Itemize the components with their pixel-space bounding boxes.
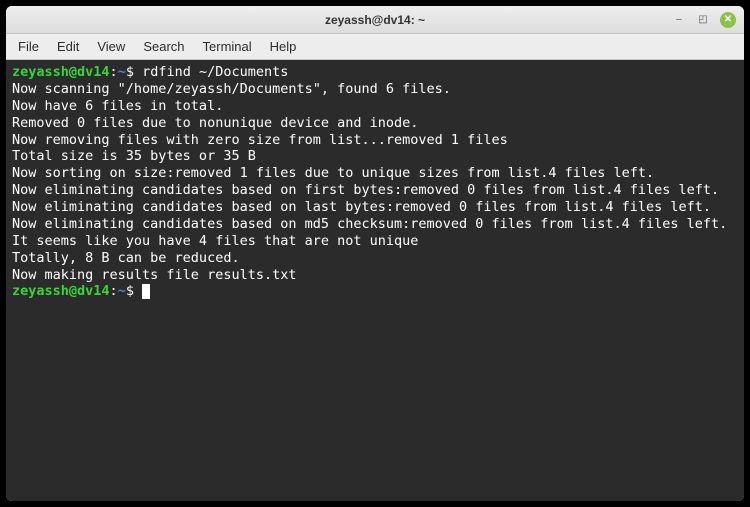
- prompt-user-host: zeyassh@dv14: [12, 283, 110, 299]
- minimize-icon[interactable]: –: [672, 13, 686, 27]
- menu-file[interactable]: File: [18, 39, 39, 54]
- output-line: Now making results file results.txt: [12, 267, 296, 283]
- menu-edit[interactable]: Edit: [57, 39, 79, 54]
- prompt-user-host: zeyassh@dv14: [12, 64, 110, 80]
- output-line: Totally, 8 B can be reduced.: [12, 250, 240, 266]
- menubar: File Edit View Search Terminal Help: [6, 34, 744, 60]
- prompt-colon: :: [110, 283, 118, 299]
- output-line: It seems like you have 4 files that are …: [12, 233, 418, 249]
- prompt-path: ~: [118, 283, 126, 299]
- prompt-dollar: $: [126, 283, 134, 299]
- close-icon[interactable]: ✕: [720, 12, 736, 28]
- maximize-icon[interactable]: ◰: [696, 13, 710, 27]
- output-line: Now have 6 files in total.: [12, 98, 223, 114]
- output-line: Now scanning "/home/zeyassh/Documents", …: [12, 81, 451, 97]
- prompt-path: ~: [118, 64, 126, 80]
- output-line: Now eliminating candidates based on md5 …: [12, 216, 727, 232]
- menu-view[interactable]: View: [97, 39, 125, 54]
- prompt-colon: :: [110, 64, 118, 80]
- output-line: Removed 0 files due to nonunique device …: [12, 115, 418, 131]
- typed-command: rdfind ~/Documents: [142, 64, 288, 80]
- output-line: Total size is 35 bytes or 35 B: [12, 148, 256, 164]
- titlebar: zeyassh@dv14: ~ – ◰ ✕: [6, 6, 744, 34]
- output-line: Now sorting on size:removed 1 files due …: [12, 165, 654, 181]
- terminal-output[interactable]: zeyassh@dv14:~$ rdfind ~/Documents Now s…: [6, 60, 744, 501]
- window-controls: – ◰ ✕: [672, 12, 736, 28]
- menu-search[interactable]: Search: [143, 39, 184, 54]
- cursor: [142, 284, 150, 299]
- output-line: Now removing files with zero size from l…: [12, 132, 508, 148]
- output-line: Now eliminating candidates based on last…: [12, 199, 711, 215]
- menu-help[interactable]: Help: [270, 39, 297, 54]
- window-title: zeyassh@dv14: ~: [325, 13, 425, 27]
- menu-terminal[interactable]: Terminal: [203, 39, 252, 54]
- output-line: Now eliminating candidates based on firs…: [12, 182, 719, 198]
- terminal-window: zeyassh@dv14: ~ – ◰ ✕ File Edit View Sea…: [6, 6, 744, 501]
- prompt-dollar: $: [126, 64, 134, 80]
